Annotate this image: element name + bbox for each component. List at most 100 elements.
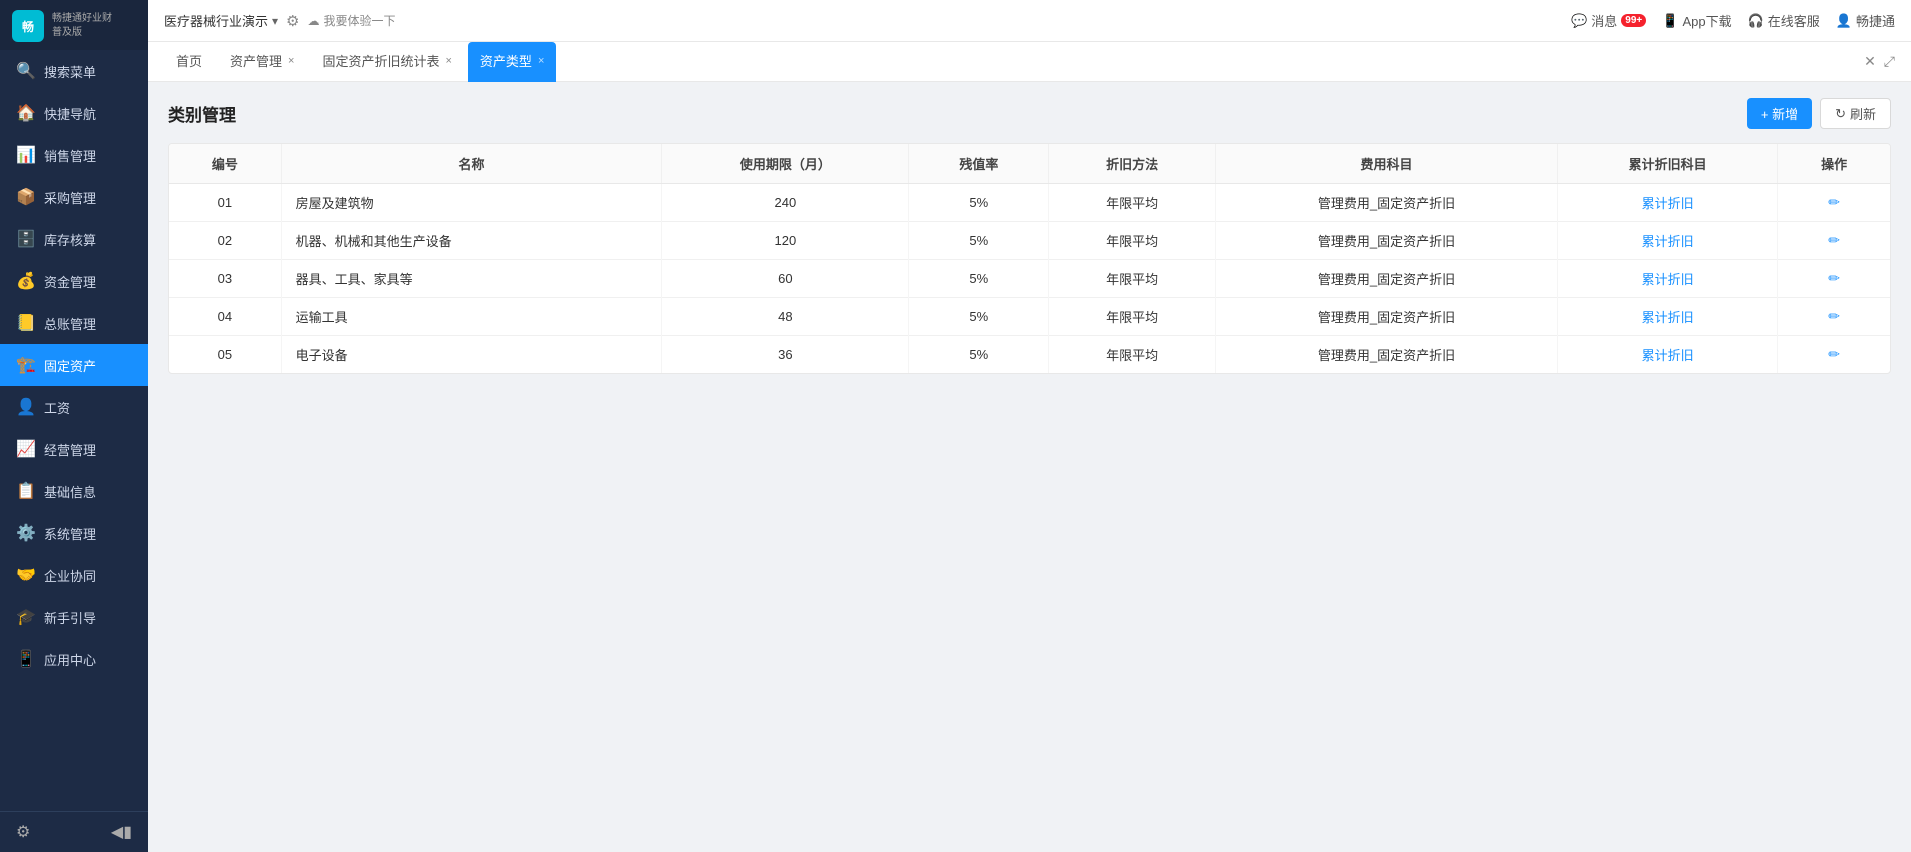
headset-icon: 🎧 <box>1748 13 1764 29</box>
topbar-left: 医疗器械行业演示 ▾ ⚙ ☁ 我要体验一下 <box>164 11 1559 30</box>
col-header: 操作 <box>1778 144 1890 184</box>
edit-action-cell[interactable]: ✏ <box>1778 260 1890 298</box>
cloud-icon: ☁ <box>308 14 320 28</box>
table-cell: 5% <box>909 298 1049 336</box>
phone-icon: 📱 <box>1662 13 1678 29</box>
page-header: 类别管理 + 新增 ↻ 刷新 <box>168 98 1891 129</box>
table-cell: 03 <box>169 260 281 298</box>
topbar-settings-icon[interactable]: ⚙ <box>286 12 299 30</box>
tab-close-asset-type[interactable]: × <box>538 55 544 67</box>
tab-close-depreciation-table[interactable]: × <box>445 55 451 67</box>
edit-action-cell[interactable]: ✏ <box>1778 336 1890 374</box>
sidebar-item-label: 搜索菜单 <box>44 62 96 81</box>
table-cell: 02 <box>169 222 281 260</box>
table-header: 编号名称使用期限（月）残值率折旧方法费用科目累计折旧科目操作 <box>169 144 1890 184</box>
tab-close-asset-mgmt[interactable]: × <box>288 55 294 67</box>
sidebar-item-basic-info[interactable]: 📋 基础信息 <box>0 470 148 512</box>
sidebar-logo: 畅 畅捷通好业财 普及版 <box>0 0 148 50</box>
sidebar-item-operations[interactable]: 📈经营管理 <box>0 428 148 470</box>
table-row: 02机器、机械和其他生产设备1205%年限平均管理费用_固定资产折旧累计折旧✏ <box>169 222 1890 260</box>
sidebar-item-system[interactable]: ⚙️系统管理 <box>0 512 148 554</box>
sidebar-item-app-center[interactable]: 📱应用中心 <box>0 638 148 680</box>
col-header: 费用科目 <box>1216 144 1558 184</box>
basic-info-icon: 📋 <box>16 481 34 501</box>
collapse-icon[interactable]: ◀▮ <box>111 822 132 842</box>
sidebar-item-purchase[interactable]: 📦采购管理 <box>0 176 148 218</box>
edit-action-cell[interactable]: ✏ <box>1778 222 1890 260</box>
sidebar-item-label: 新手引导 <box>44 608 96 627</box>
window-controls: ✕ ⤢ <box>1864 53 1895 70</box>
table-row: 04运输工具485%年限平均管理费用_固定资产折旧累计折旧✏ <box>169 298 1890 336</box>
tab-asset-type[interactable]: 资产类型 × <box>468 42 556 82</box>
edit-action-cell[interactable]: ✏ <box>1778 298 1890 336</box>
operations-icon: 📈 <box>16 439 34 459</box>
new-button[interactable]: + 新增 <box>1747 98 1812 129</box>
tab-depreciation-table[interactable]: 固定资产折旧统计表 × <box>310 42 463 82</box>
table-cell: 累计折旧 <box>1558 336 1778 374</box>
page-title: 类别管理 <box>168 101 236 126</box>
inventory-icon: 🗄️ <box>16 229 34 249</box>
table-cell: 累计折旧 <box>1558 260 1778 298</box>
user-avatar-icon: 👤 <box>1836 13 1852 29</box>
tab-asset-mgmt[interactable]: 资产管理 × <box>218 42 306 82</box>
sidebar-item-capital[interactable]: 💰 资金管理 <box>0 260 148 302</box>
col-header: 使用期限（月） <box>662 144 909 184</box>
topbar-app-download[interactable]: 📱 App下载 <box>1662 11 1731 30</box>
sidebar-nav: 🔍搜索菜单🏠快捷导航📊销售管理📦采购管理🗄️库存核算 💰 资金管理 📒总账管理 🏗️ 固定… <box>0 50 148 811</box>
table-cell: 年限平均 <box>1049 184 1216 222</box>
close-window-button[interactable]: ✕ <box>1864 53 1876 70</box>
table-cell: 年限平均 <box>1049 336 1216 374</box>
tab-home[interactable]: 首页 <box>164 42 214 82</box>
sidebar-item-label: 固定资产 <box>44 356 96 375</box>
app-logo-text: 畅捷通好业财 普及版 <box>52 12 112 40</box>
sidebar-item-ledger[interactable]: 📒总账管理 <box>0 302 148 344</box>
sidebar: 畅 畅捷通好业财 普及版 🔍搜索菜单🏠快捷导航📊销售管理📦采购管理🗄️库存核算💰… <box>0 0 148 852</box>
sales-icon: 📊 <box>16 145 34 165</box>
sidebar-item-salary[interactable]: 👤工资 <box>0 386 148 428</box>
edit-action-cell[interactable]: ✏ <box>1778 184 1890 222</box>
topbar-messages[interactable]: 💬 消息 99+ <box>1571 11 1646 30</box>
sidebar-item-label: 快捷导航 <box>44 104 96 123</box>
tab-label-asset-type: 资产类型 <box>480 51 532 70</box>
sidebar-item-search[interactable]: 🔍搜索菜单 <box>0 50 148 92</box>
app-logo-icon: 畅 <box>12 10 44 42</box>
sidebar-item-label: 资金管理 <box>44 272 96 291</box>
sidebar-item-quick-nav[interactable]: 🏠快捷导航 <box>0 92 148 134</box>
main-area: 医疗器械行业演示 ▾ ⚙ ☁ 我要体验一下 💬 消息 99+ 📱 App下载 🎧… <box>148 0 1911 852</box>
col-header: 编号 <box>169 144 281 184</box>
message-icon: 💬 <box>1571 13 1587 29</box>
table-cell: 机器、机械和其他生产设备 <box>281 222 662 260</box>
table-cell: 5% <box>909 222 1049 260</box>
topbar-user[interactable]: 👤 畅捷通 <box>1836 11 1895 30</box>
table-cell: 器具、工具、家具等 <box>281 260 662 298</box>
col-header: 残值率 <box>909 144 1049 184</box>
sidebar-item-label: 基础信息 <box>44 482 96 501</box>
settings-icon[interactable]: ⚙ <box>16 822 30 842</box>
sidebar-item-inventory[interactable]: 🗄️库存核算 <box>0 218 148 260</box>
fixed-assets-icon: 🏗️ <box>16 355 34 375</box>
table-body: 01房屋及建筑物2405%年限平均管理费用_固定资产折旧累计折旧✏02机器、机械… <box>169 184 1890 374</box>
sidebar-item-guide[interactable]: 🎓 新手引导 <box>0 596 148 638</box>
topbar-experience[interactable]: ☁ 我要体验一下 <box>308 12 396 29</box>
ledger-icon: 📒 <box>16 313 34 333</box>
purchase-icon: 📦 <box>16 187 34 207</box>
topbar-dropdown-icon[interactable]: ▾ <box>272 14 278 28</box>
maximize-window-button[interactable]: ⤢ <box>1884 53 1895 70</box>
sidebar-item-fixed-assets[interactable]: 🏗️ 固定资产 <box>0 344 148 386</box>
tab-label-home: 首页 <box>176 51 202 70</box>
sidebar-item-sales[interactable]: 📊销售管理 <box>0 134 148 176</box>
table-cell: 05 <box>169 336 281 374</box>
cooperation-icon: 🤝 <box>16 565 34 585</box>
guide-icon: 🎓 <box>16 607 34 627</box>
table-cell: 48 <box>662 298 909 336</box>
sidebar-item-cooperation[interactable]: 🤝企业协同 <box>0 554 148 596</box>
refresh-button[interactable]: ↻ 刷新 <box>1820 98 1891 129</box>
table-cell: 年限平均 <box>1049 260 1216 298</box>
table-row: 01房屋及建筑物2405%年限平均管理费用_固定资产折旧累计折旧✏ <box>169 184 1890 222</box>
table-cell: 管理费用_固定资产折旧 <box>1216 184 1558 222</box>
topbar-customer-service[interactable]: 🎧 在线客服 <box>1748 11 1820 30</box>
table-cell: 120 <box>662 222 909 260</box>
page-actions: + 新增 ↻ 刷新 <box>1747 98 1891 129</box>
table-cell: 04 <box>169 298 281 336</box>
capital-icon: 💰 <box>16 271 34 291</box>
